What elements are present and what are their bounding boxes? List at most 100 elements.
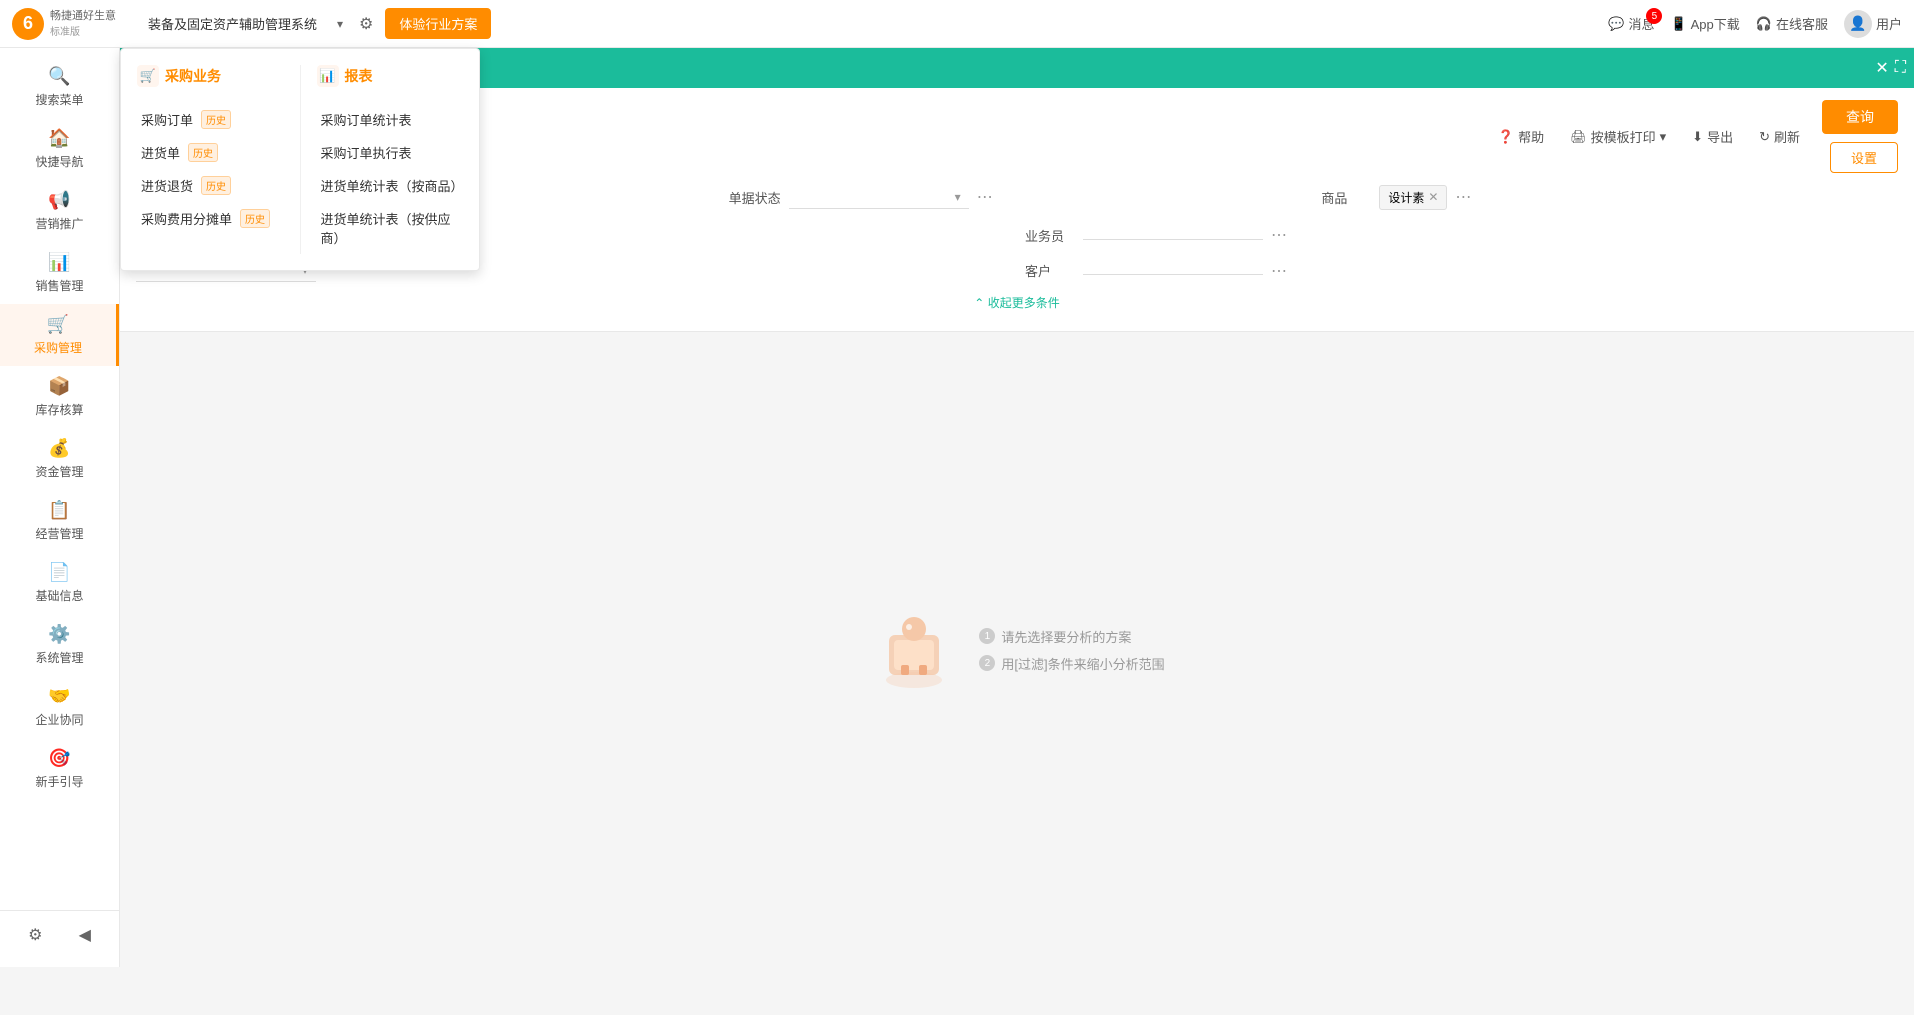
tab-right-icons: ✕ ⛶ (1875, 58, 1906, 78)
gear-icon: ⚙️ (48, 624, 70, 645)
sidebar-label-new-guide: 新手引导 (35, 773, 83, 790)
salesperson-select[interactable] (1083, 231, 1263, 240)
goods-dots[interactable]: ⋯ (1455, 187, 1471, 207)
refresh-btn[interactable]: ↻ 刷新 (1751, 123, 1808, 150)
sidebar-item-enterprise[interactable]: 🤝 企业协同 (0, 676, 119, 738)
sidebar-item-basic-info[interactable]: 📄 基础信息 (0, 552, 119, 614)
app-download-btn[interactable]: 📱 App下载 (1670, 14, 1739, 33)
sidebar-item-new-guide[interactable]: 🎯 新手引导 (0, 738, 119, 800)
dropdown-item-inbound[interactable]: 进货单 历史 (137, 136, 284, 169)
report-title-icon: 📊 (317, 65, 339, 87)
voucher-status-dots[interactable]: ⋯ (977, 187, 993, 207)
system-settings-btn[interactable]: ⚙ (355, 10, 377, 38)
sidebar-label-search: 搜索菜单 (35, 91, 83, 108)
sidebar-label-quick-nav: 快捷导航 (35, 153, 83, 170)
goods-label: 商品 (1321, 188, 1371, 207)
logo-area: 6 畅捷通好生意 标准版 (12, 8, 132, 40)
customer-dots[interactable]: ⋯ (1271, 261, 1287, 281)
top-header: 6 畅捷通好生意 标准版 装备及固定资产辅助管理系统 ▾ ⚙ 体验行业方案 💬 … (0, 0, 1914, 48)
filter-group-salesperson: 业务员 ⋯ (1025, 225, 1898, 245)
user-label: 用户 (1876, 14, 1902, 33)
dropdown-item-label-2: 进货退货 (141, 176, 193, 195)
customer-select[interactable] (1083, 266, 1263, 275)
sidebar-label-system-mgmt: 系统管理 (35, 649, 83, 666)
sidebar-collapse-btn[interactable]: ◀ (75, 921, 95, 949)
sidebar-item-purchase-mgmt[interactable]: 🛒 采购管理 (0, 304, 119, 366)
help-label: 帮助 (1518, 127, 1544, 146)
dropdown-report-title: 📊 报表 (317, 65, 464, 93)
refresh-icon: ↻ (1759, 129, 1770, 145)
settings-filter-btn[interactable]: 设置 (1830, 142, 1898, 173)
sidebar-item-finance[interactable]: 💰 资金管理 (0, 428, 119, 490)
dropdown-item-report-1[interactable]: 采购订单执行表 (317, 136, 464, 169)
headset-icon: 🎧 (1756, 16, 1772, 32)
chart-icon: 📊 (48, 252, 70, 273)
message-btn[interactable]: 💬 消息 5 (1608, 14, 1654, 33)
customer-label: 客户 (1025, 261, 1075, 280)
dropdown-item-return[interactable]: 进货退货 历史 (137, 169, 284, 202)
sidebar-label-inventory: 库存核算 (35, 401, 83, 418)
online-service-label: 在线客服 (1776, 14, 1828, 33)
sidebar-item-inventory[interactable]: 📦 库存核算 (0, 366, 119, 428)
purchase-dropdown-menu: 🛒 采购业务 采购订单 历史 进货单 历史 进货退货 历史 采购费用分摊单 历史 (120, 48, 480, 271)
empty-illustration (869, 605, 959, 695)
dropdown-report-label-1: 采购订单执行表 (321, 143, 412, 162)
clipboard-icon: 📋 (48, 500, 70, 521)
sidebar-item-sales-mgmt[interactable]: 📊 销售管理 (0, 242, 119, 304)
filter-group-goods: 商品 设计素 ✕ ⋯ (1321, 185, 1898, 210)
sidebar-settings-btn[interactable]: ⚙ (24, 921, 46, 949)
dropdown-item-report-3[interactable]: 进货单统计表（按供应商） (317, 202, 464, 254)
tab-expand-btn[interactable]: ⛶ (1895, 59, 1906, 77)
header-nav: 装备及固定资产辅助管理系统 ▾ ⚙ 体验行业方案 (132, 8, 1608, 39)
sidebar-item-search[interactable]: 🔍 搜索菜单 (0, 56, 119, 118)
phone-icon: 📱 (1670, 16, 1686, 32)
dropdown-purchase-title: 🛒 采购业务 (137, 65, 284, 93)
message-icon: 💬 (1608, 16, 1624, 32)
purchase-title-text: 采购业务 (165, 66, 221, 86)
filter-group-voucher-status: 单据状态 ▾ ⋯ (729, 186, 1306, 209)
dropdown-report-label-3: 进货单统计表（按供应商） (321, 209, 460, 247)
logo-icon: 6 (12, 8, 44, 40)
handshake-icon: 🤝 (48, 686, 70, 707)
system-dropdown-btn[interactable]: ▾ (333, 15, 347, 33)
export-btn[interactable]: ⬇ 导出 (1684, 123, 1741, 150)
purchase-title-icon: 🛒 (137, 65, 159, 87)
dropdown-item-purchase-order[interactable]: 采购订单 历史 (137, 103, 284, 136)
online-service-btn[interactable]: 🎧 在线客服 (1756, 14, 1828, 33)
help-icon: ❓ (1498, 129, 1514, 145)
query-col: 查询 设置 (1818, 100, 1898, 173)
query-btn[interactable]: 查询 (1822, 100, 1898, 134)
dropdown-item-label-3: 采购费用分摊单 (141, 209, 232, 228)
collapse-bar[interactable]: ⌃ 收起更多条件 (136, 286, 1898, 319)
sidebar-item-ops-mgmt[interactable]: 📋 经营管理 (0, 490, 119, 552)
user-btn[interactable]: 👤 用户 (1844, 10, 1902, 38)
empty-text: 1 请先选择要分析的方案 2 用[过滤]条件来缩小分析范围 (979, 627, 1164, 673)
dropdown-report-label-0: 采购订单统计表 (321, 110, 412, 129)
goods-tag[interactable]: 设计素 ✕ (1379, 185, 1447, 210)
empty-num-2: 2 (979, 655, 995, 671)
dropdown-report-col: 📊 报表 采购订单统计表 采购订单执行表 进货单统计表（按商品） 进货单统计表（… (301, 57, 480, 262)
report-title-text: 报表 (345, 66, 373, 86)
voucher-status-select[interactable]: ▾ (789, 186, 969, 209)
help-btn[interactable]: ❓ 帮助 (1490, 123, 1552, 150)
salesperson-label: 业务员 (1025, 226, 1075, 245)
sidebar-item-quick-nav[interactable]: 🏠 快捷导航 (0, 118, 119, 180)
dropdown-item-report-0[interactable]: 采购订单统计表 (317, 103, 464, 136)
refresh-label: 刷新 (1774, 127, 1800, 146)
empty-num-1: 1 (979, 628, 995, 644)
print-chevron: ▾ (1660, 129, 1667, 145)
print-icon: 🖨 (1570, 129, 1587, 145)
tab-close-all-btn[interactable]: ✕ (1875, 58, 1888, 78)
sidebar-item-marketing[interactable]: 📢 营销推广 (0, 180, 119, 242)
dropdown-item-expense[interactable]: 采购费用分摊单 历史 (137, 202, 284, 235)
collapse-label: 收起更多条件 (988, 296, 1060, 310)
message-badge: 5 (1646, 8, 1662, 24)
goods-tag-close[interactable]: ✕ (1428, 190, 1438, 204)
dropdown-inner: 🛒 采购业务 采购订单 历史 进货单 历史 进货退货 历史 采购费用分摊单 历史 (121, 57, 479, 262)
sidebar-item-system-mgmt[interactable]: ⚙️ 系统管理 (0, 614, 119, 676)
industry-btn[interactable]: 体验行业方案 (385, 8, 491, 39)
print-btn[interactable]: 🖨 按模板打印 ▾ (1562, 123, 1674, 150)
dropdown-item-report-2[interactable]: 进货单统计表（按商品） (317, 169, 464, 202)
salesperson-dots[interactable]: ⋯ (1271, 225, 1287, 245)
logo-line1: 畅捷通好生意 (50, 9, 116, 23)
